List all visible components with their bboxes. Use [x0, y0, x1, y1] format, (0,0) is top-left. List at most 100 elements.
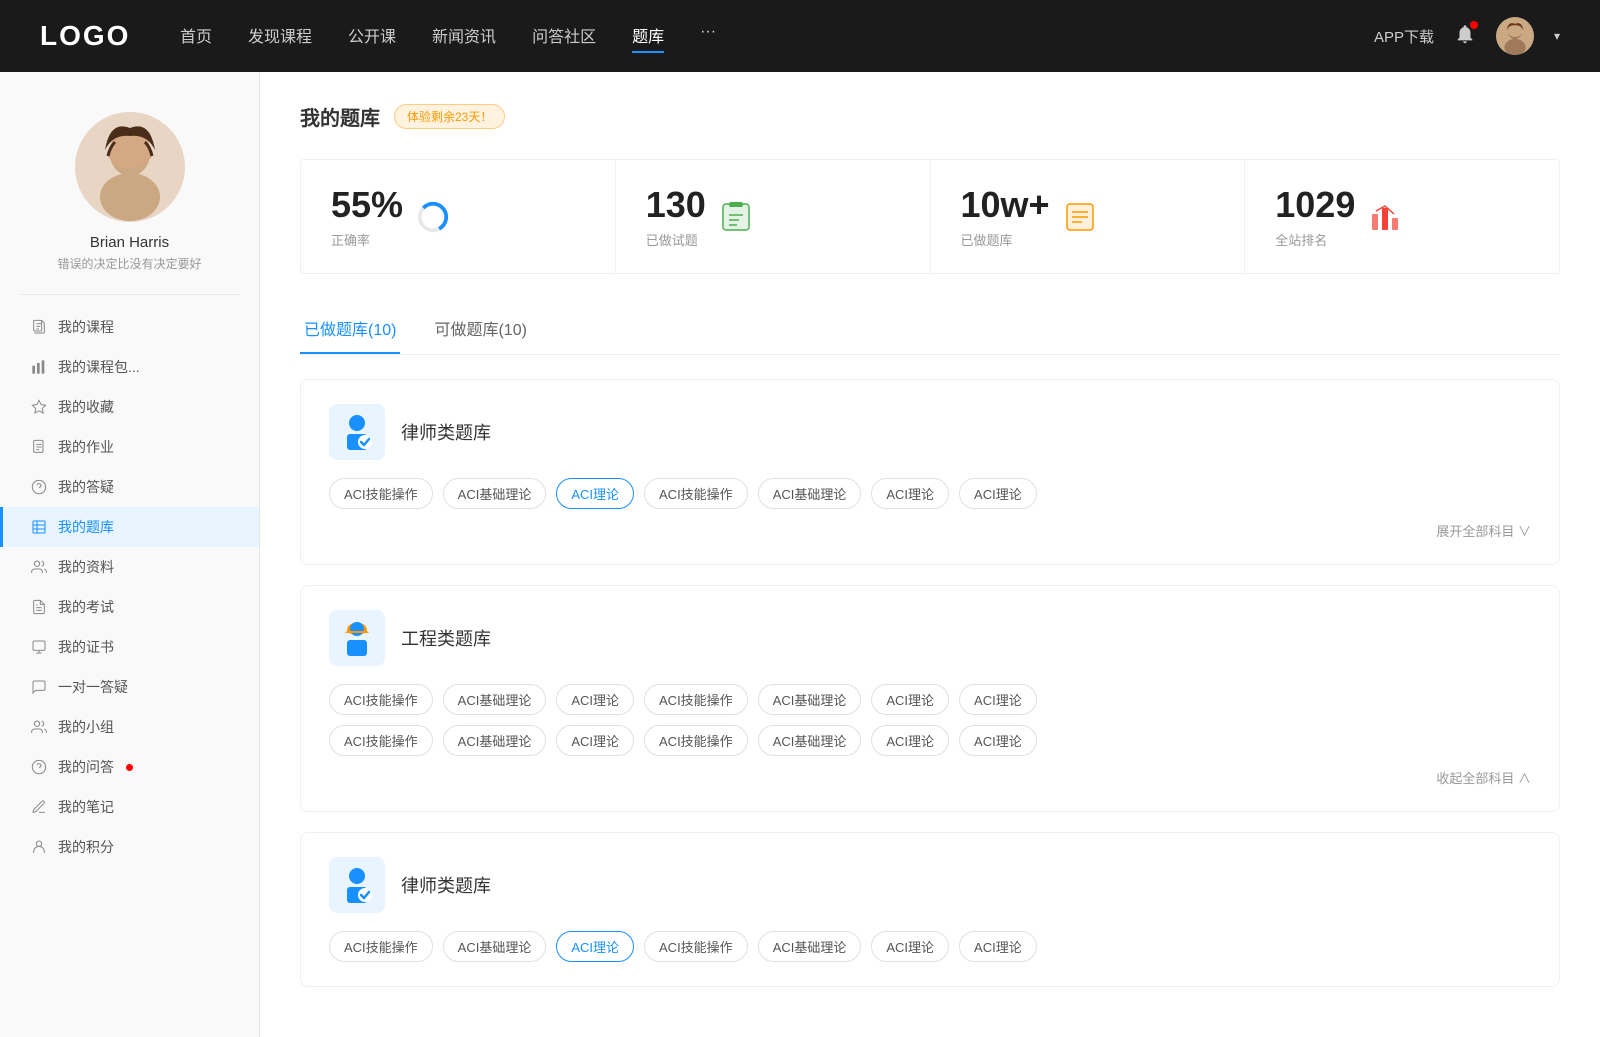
bank-tag[interactable]: ACI技能操作 [644, 931, 748, 962]
sidebar-item-notes[interactable]: 我的笔记 [0, 787, 259, 827]
sidebar-item-1on1-qa[interactable]: 一对一答疑 [0, 667, 259, 707]
clipboard-icon [719, 200, 753, 234]
bank-tag[interactable]: ACI基础理论 [443, 931, 547, 962]
nav-link-discover[interactable]: 发现课程 [248, 19, 312, 53]
nav-logo: LOGO [40, 20, 140, 52]
collapse-link[interactable]: 收起全部科目 ∧ [1436, 768, 1531, 787]
stat-done-questions: 130 已做试题 [616, 160, 931, 273]
profile-motto: 错误的决定比没有决定要好 [57, 255, 201, 272]
sidebar-item-homework-label: 我的作业 [58, 437, 114, 457]
bank-tag[interactable]: ACI基础理论 [758, 931, 862, 962]
app-download-button[interactable]: APP下载 [1374, 26, 1434, 47]
expand-link[interactable]: 展开全部科目 ∨ [1436, 521, 1531, 540]
avatar-dropdown-arrow[interactable]: ▾ [1554, 29, 1560, 43]
question-icon [30, 758, 48, 776]
bank-tag[interactable]: ACI技能操作 [329, 478, 433, 509]
sidebar-item-certificate[interactable]: 我的证书 [0, 627, 259, 667]
stat-correct-rate: 55% 正确率 [301, 160, 616, 273]
bank-tag[interactable]: ACI技能操作 [329, 725, 433, 756]
nav-links: 首页 发现课程 公开课 新闻资讯 问答社区 题库 ··· [180, 19, 1334, 53]
nav-link-home[interactable]: 首页 [180, 19, 212, 53]
bank-tag[interactable]: ACI理论 [871, 478, 949, 509]
tab-available-banks[interactable]: 可做题库(10) [430, 304, 530, 354]
bank-tag[interactable]: ACI理论 [871, 931, 949, 962]
bank-tag[interactable]: ACI理论 [556, 684, 634, 715]
questions-notification-dot [126, 764, 133, 771]
bank-tag[interactable]: ACI理论 [959, 725, 1037, 756]
nav-link-open-course[interactable]: 公开课 [348, 19, 396, 53]
sidebar-item-group-label: 我的小组 [58, 717, 114, 737]
bank-tag[interactable]: ACI理论 [959, 931, 1037, 962]
sidebar-item-homework[interactable]: 我的作业 [0, 427, 259, 467]
bank-card-lawyer-2-tags: ACI技能操作 ACI基础理论 ACI理论 ACI技能操作 ACI基础理论 AC… [329, 931, 1531, 962]
stat-rank-label: 全站排名 [1275, 230, 1355, 249]
sidebar-item-exam-label: 我的考试 [58, 597, 114, 617]
badge-icon [30, 638, 48, 656]
bank-tag[interactable]: ACI技能操作 [644, 684, 748, 715]
sidebar-item-qa-answer[interactable]: 我的答疑 [0, 467, 259, 507]
sidebar-item-courses[interactable]: 我的课程 [0, 307, 259, 347]
sidebar-item-course-packages[interactable]: 我的课程包... [0, 347, 259, 387]
page-header: 我的题库 体验剩余23天！ [300, 102, 1560, 131]
bank-tag[interactable]: ACI基础理论 [758, 684, 862, 715]
bank-tag[interactable]: ACI理论 [871, 725, 949, 756]
ranking-icon [1368, 200, 1402, 234]
sidebar-item-favorites[interactable]: 我的收藏 [0, 387, 259, 427]
stat-correct-rate-number: 55% [331, 184, 403, 226]
profile-avatar [75, 112, 185, 222]
bank-tag[interactable]: ACI理论 [959, 684, 1037, 715]
bank-tag[interactable]: ACI技能操作 [329, 684, 433, 715]
nav-link-bank[interactable]: 题库 [632, 19, 664, 53]
bank-tag[interactable]: ACI技能操作 [644, 478, 748, 509]
stat-done-questions-icon [718, 199, 754, 235]
sidebar-item-exam[interactable]: 我的考试 [0, 587, 259, 627]
stat-done-banks-icon [1062, 199, 1098, 235]
question-circle-icon [30, 478, 48, 496]
stat-correct-rate-label: 正确率 [331, 230, 403, 249]
bank-tag[interactable]: ACI技能操作 [644, 725, 748, 756]
bank-tag[interactable]: ACI基础理论 [443, 684, 547, 715]
user-group-icon [30, 558, 48, 576]
sidebar-menu: 我的课程 我的课程包... 我的收藏 我的作业 [0, 307, 259, 867]
stat-done-questions-number: 130 [646, 184, 706, 226]
tab-done-banks[interactable]: 已做题库(10) [300, 304, 400, 354]
nav-link-more[interactable]: ··· [700, 19, 716, 53]
table-icon [30, 518, 48, 536]
sidebar-item-my-info[interactable]: 我的资料 [0, 547, 259, 587]
bank-tag-selected[interactable]: ACI理论 [556, 478, 634, 509]
stat-done-questions-text: 130 已做试题 [646, 184, 706, 249]
bank-card-engineer-header: 工程类题库 [329, 610, 1531, 666]
main-content: 我的题库 体验剩余23天！ 55% 正确率 130 [260, 72, 1600, 1037]
bank-tag[interactable]: ACI理论 [556, 725, 634, 756]
bank-tag[interactable]: ACI理论 [959, 478, 1037, 509]
sidebar-divider [20, 294, 239, 295]
bank-tag[interactable]: ACI基础理论 [443, 725, 547, 756]
bank-tag[interactable]: ACI基础理论 [443, 478, 547, 509]
sidebar-item-question-bank[interactable]: 我的题库 [0, 507, 259, 547]
main-layout: Brian Harris 错误的决定比没有决定要好 我的课程 我的课程包... [0, 72, 1600, 1037]
navbar: LOGO 首页 发现课程 公开课 新闻资讯 问答社区 题库 ··· APP下载 … [0, 0, 1600, 72]
bank-card-lawyer-1-header: 律师类题库 [329, 404, 1531, 460]
nav-right: APP下载 ▾ [1374, 17, 1560, 55]
sidebar-item-group[interactable]: 我的小组 [0, 707, 259, 747]
user-avatar[interactable] [1496, 17, 1534, 55]
engineer-figure-icon [337, 618, 377, 658]
sidebar-item-points-label: 我的积分 [58, 837, 114, 857]
file-text-icon [30, 598, 48, 616]
trial-badge: 体验剩余23天！ [394, 104, 505, 129]
nav-link-qa[interactable]: 问答社区 [532, 19, 596, 53]
avatar-image [1496, 17, 1534, 55]
bank-tag[interactable]: ACI技能操作 [329, 931, 433, 962]
notification-bell[interactable] [1454, 23, 1476, 50]
nav-link-news[interactable]: 新闻资讯 [432, 19, 496, 53]
sidebar-item-my-questions[interactable]: 我的问答 [0, 747, 259, 787]
bank-tag-selected[interactable]: ACI理论 [556, 931, 634, 962]
bank-card-lawyer-2-title: 律师类题库 [401, 872, 491, 898]
bank-tag[interactable]: ACI基础理论 [758, 725, 862, 756]
page-title: 我的题库 [300, 102, 380, 131]
sidebar-item-points[interactable]: 我的积分 [0, 827, 259, 867]
stat-rank-icon [1367, 199, 1403, 235]
bank-tag[interactable]: ACI理论 [871, 684, 949, 715]
bank-tag[interactable]: ACI基础理论 [758, 478, 862, 509]
stat-done-banks: 10w+ 已做题库 [931, 160, 1246, 273]
